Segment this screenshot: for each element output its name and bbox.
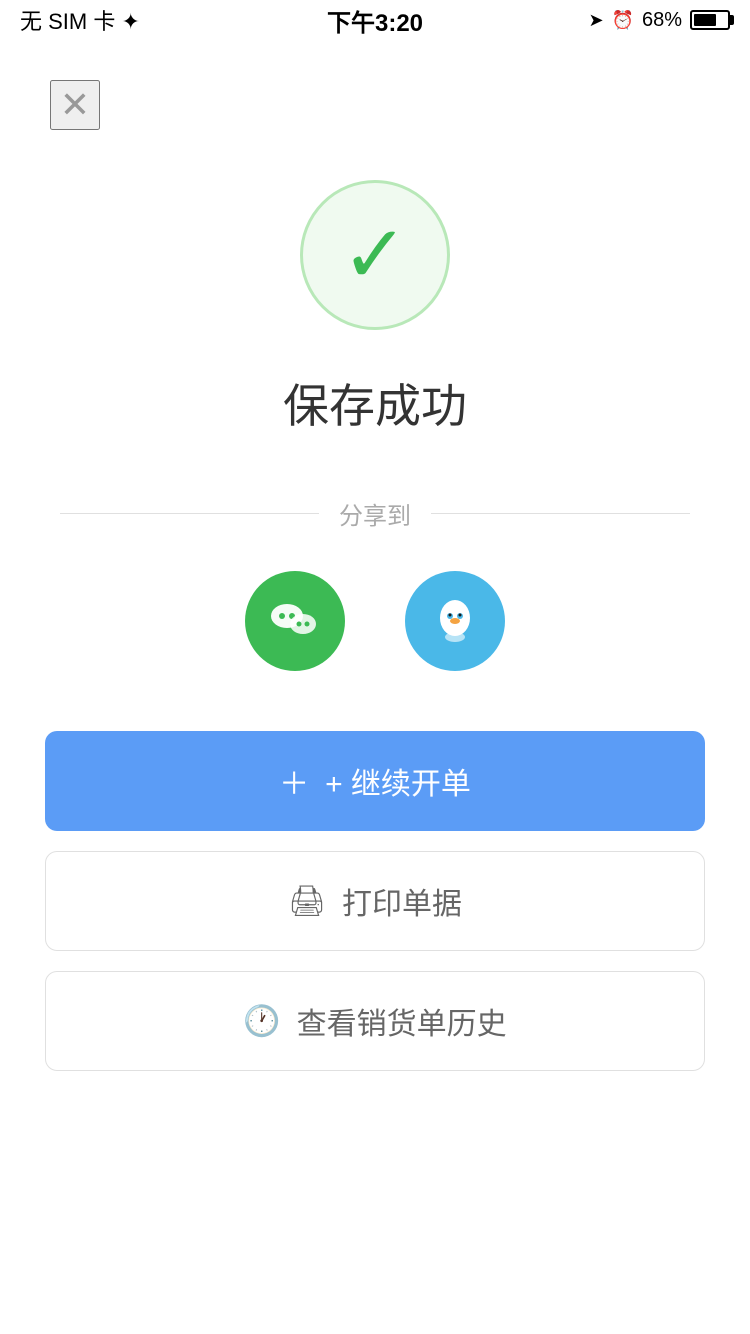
continue-button[interactable]: ＋ + 继续开单 <box>45 731 705 831</box>
status-left: 无 SIM 卡 ✦ <box>20 4 140 36</box>
wechat-share-button[interactable] <box>245 571 345 671</box>
clock-icon: 🕐 <box>243 1004 280 1039</box>
print-button[interactable]: 🖨 打印单据 <box>45 851 705 951</box>
action-buttons: ＋ + 继续开单 🖨 打印单据 🕐 查看销货单历史 <box>45 731 705 1071</box>
print-label: 打印单据 <box>342 879 462 923</box>
main-content: ✕ ✓ 保存成功 分享到 <box>0 40 750 1334</box>
history-button[interactable]: 🕐 查看销货单历史 <box>45 971 705 1071</box>
divider-right <box>431 513 690 514</box>
history-label: 查看销货单历史 <box>297 999 507 1043</box>
sim-status: 无 SIM 卡 ✦ <box>20 4 140 36</box>
wechat-icon <box>265 590 325 653</box>
share-section: 分享到 <box>0 496 750 671</box>
qq-icon <box>425 590 485 653</box>
close-icon: ✕ <box>60 87 90 123</box>
share-icons <box>245 571 505 671</box>
battery-percent: 68% <box>642 9 682 32</box>
status-bar: 无 SIM 卡 ✦ 下午3:20 ➤ ⏰ 68% <box>0 0 750 40</box>
close-button[interactable]: ✕ <box>50 80 100 130</box>
battery-icon <box>690 10 730 30</box>
alarm-icon: ⏰ <box>612 10 634 31</box>
share-divider: 分享到 <box>0 496 750 531</box>
print-icon: 🖨 <box>288 884 326 919</box>
success-circle: ✓ <box>300 180 450 330</box>
share-label: 分享到 <box>339 496 411 531</box>
success-title: 保存成功 <box>283 370 467 436</box>
qq-share-button[interactable] <box>405 571 505 671</box>
status-time: 下午3:20 <box>327 3 423 38</box>
checkmark-icon: ✓ <box>341 215 408 295</box>
status-right: ➤ ⏰ 68% <box>588 9 730 32</box>
divider-left <box>60 513 319 514</box>
continue-label: + 继续开单 <box>325 759 471 803</box>
location-icon: ➤ <box>588 10 603 31</box>
plus-icon: ＋ <box>279 759 309 803</box>
